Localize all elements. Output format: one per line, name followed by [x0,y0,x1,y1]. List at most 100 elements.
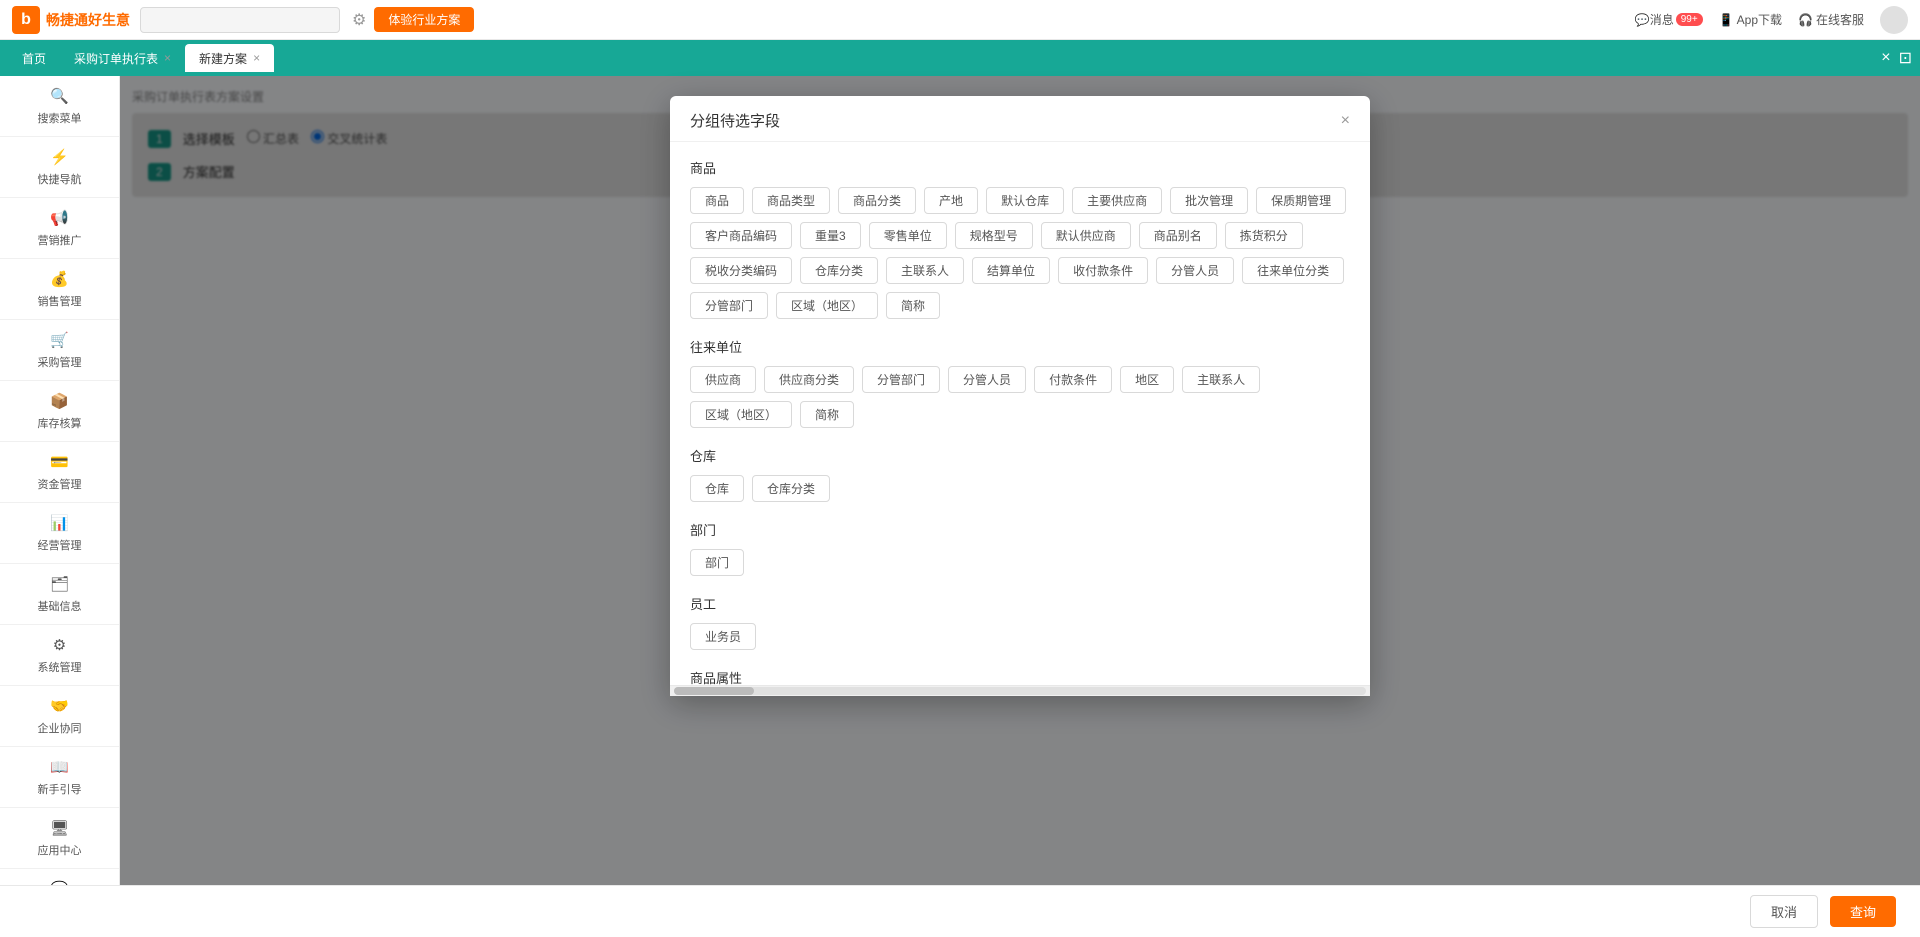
tab-bar-close[interactable]: × [1881,49,1890,67]
field-tag[interactable]: 拣货积分 [1225,222,1303,249]
sidebar-item-appcenter-label: 应用中心 [38,842,82,858]
field-tag[interactable]: 客户商品编码 [690,222,792,249]
field-group-往来单位: 往来单位供应商供应商分类分管部门分管人员付款条件地区主联系人区域（地区） 简称 [690,337,1350,428]
field-tag[interactable]: 地区 [1120,366,1174,393]
sidebar-item-marketing-label: 营销推广 [38,232,82,248]
field-tag[interactable]: 分管部门 [862,366,940,393]
sales-icon: 💰 [50,269,70,289]
tab-new-plan-close[interactable]: × [253,51,260,65]
field-tag[interactable]: 业务员 [690,623,756,650]
sidebar-item-guide[interactable]: 📖 新手引导 [0,747,119,808]
field-tags: 仓库仓库分类 [690,475,1350,502]
avatar[interactable] [1880,6,1908,34]
sidebar-item-marketing[interactable]: 📢 营销推广 [0,198,119,259]
field-tag[interactable]: 分管人员 [1156,257,1234,284]
field-tag[interactable]: 默认供应商 [1041,222,1131,249]
logo-area: b 畅捷通好生意 [12,6,132,34]
field-tags: 供应商供应商分类分管部门分管人员付款条件地区主联系人区域（地区） 简称 [690,366,1350,428]
field-tag[interactable]: 重量3 [800,222,861,249]
field-tag[interactable]: 税收分类编码 [690,257,792,284]
settings-icon[interactable]: ⚙ [352,10,366,30]
field-tag[interactable]: 仓库 [690,475,744,502]
modal-close-button[interactable]: × [1341,113,1350,129]
field-tag[interactable]: 收付款条件 [1058,257,1148,284]
header-search-input[interactable] [140,7,340,33]
field-group-title: 仓库 [690,446,1350,465]
modal-backdrop: 分组待选字段 × 商品商品商品类型商品分类产地默认仓库主要供应商批次管理保质期管… [120,76,1920,937]
field-tag[interactable]: 批次管理 [1170,187,1248,214]
logo-icon: b [12,6,40,34]
field-group-title: 往来单位 [690,337,1350,356]
tab-new-plan-label: 新建方案 [199,50,247,67]
field-tag[interactable]: 商品分类 [838,187,916,214]
field-tag[interactable]: 付款条件 [1034,366,1112,393]
sidebar-item-sales[interactable]: 💰 销售管理 [0,259,119,320]
message-icon: 💬 [1635,13,1650,27]
tab-new-plan[interactable]: 新建方案 × [185,44,274,72]
field-tag[interactable]: 主要供应商 [1072,187,1162,214]
confirm-button[interactable]: 查询 [1830,896,1896,927]
field-tag[interactable]: 产地 [924,187,978,214]
tab-purchase-list-close[interactable]: × [164,51,171,65]
tab-bar: 首页 采购订单执行表 × 新建方案 × × ⊡ [0,40,1920,76]
field-tag[interactable]: 商品类型 [752,187,830,214]
field-tag[interactable]: 分管人员 [948,366,1026,393]
field-tag[interactable]: 商品别名 [1139,222,1217,249]
field-tag[interactable]: 简称 [800,401,854,428]
tab-purchase-list-label: 采购订单执行表 [74,50,158,67]
header-right: 💬 消息 99+ 📱 App下载 🎧 在线客服 [1635,6,1908,34]
field-group-title: 员工 [690,594,1350,613]
field-tag[interactable]: 结算单位 [972,257,1050,284]
field-tag[interactable]: 仓库分类 [752,475,830,502]
field-tag[interactable]: 商品 [690,187,744,214]
message-nav[interactable]: 💬 消息 99+ [1635,11,1703,28]
field-tag[interactable]: 部门 [690,549,744,576]
field-tags: 业务员 [690,623,1350,650]
tab-home[interactable]: 首页 [8,44,60,72]
field-tag[interactable]: 规格型号 [955,222,1033,249]
app-icon: 📱 [1719,13,1734,27]
sidebar-item-basic[interactable]: 🗂 基础信息 [0,564,119,625]
sidebar-item-purchase[interactable]: 🛒 采购管理 [0,320,119,381]
cancel-button[interactable]: 取消 [1750,895,1818,928]
field-tag[interactable]: 简称 [886,292,940,319]
modal-scroll-bar[interactable] [670,685,1370,696]
field-tag[interactable]: 保质期管理 [1256,187,1346,214]
field-tag[interactable]: 供应商分类 [764,366,854,393]
app-nav[interactable]: 📱 App下载 [1719,11,1782,28]
sidebar-item-inventory[interactable]: 📦 库存核算 [0,381,119,442]
headset-icon: 🎧 [1798,13,1813,27]
sidebar-item-inventory-label: 库存核算 [38,415,82,431]
field-group-title: 部门 [690,520,1350,539]
quicknav-icon: ⚡ [50,147,70,167]
operations-icon: 📊 [50,513,70,533]
sidebar-item-system[interactable]: ⚙ 系统管理 [0,625,119,686]
field-tag[interactable]: 主联系人 [1182,366,1260,393]
field-tag[interactable]: 主联系人 [886,257,964,284]
finance-icon: 💳 [50,452,70,472]
tab-bar-expand[interactable]: ⊡ [1899,48,1912,68]
field-tag[interactable]: 零售单位 [869,222,947,249]
field-tag[interactable]: 供应商 [690,366,756,393]
field-group-部门: 部门部门 [690,520,1350,576]
sidebar-item-quicknav[interactable]: ⚡ 快捷导航 [0,137,119,198]
sidebar-item-quicknav-label: 快捷导航 [38,171,82,187]
field-tag[interactable]: 往来单位分类 [1242,257,1344,284]
modal-body: 商品商品商品类型商品分类产地默认仓库主要供应商批次管理保质期管理客户商品编码重量… [670,142,1370,685]
field-tag[interactable]: 默认仓库 [986,187,1064,214]
field-tag[interactable]: 区域（地区） [690,401,792,428]
sidebar-item-finance[interactable]: 💳 资金管理 [0,442,119,503]
sidebar-item-appcenter[interactable]: 🖥 应用中心 [0,808,119,869]
header-search-area [140,7,340,33]
try-button[interactable]: 体验行业方案 [374,7,474,32]
field-tag[interactable]: 仓库分类 [800,257,878,284]
field-tag[interactable]: 区域（地区） [776,292,878,319]
tab-purchase-list[interactable]: 采购订单执行表 × [60,44,185,72]
sidebar-item-collab[interactable]: 🤝 企业协同 [0,686,119,747]
guide-icon: 📖 [50,757,70,777]
service-nav[interactable]: 🎧 在线客服 [1798,11,1864,28]
sidebar-item-search[interactable]: 🔍 搜索菜单 [0,76,119,137]
sidebar-item-operations[interactable]: 📊 经营管理 [0,503,119,564]
field-tag[interactable]: 分管部门 [690,292,768,319]
logo-text: 畅捷通好生意 [46,10,130,30]
